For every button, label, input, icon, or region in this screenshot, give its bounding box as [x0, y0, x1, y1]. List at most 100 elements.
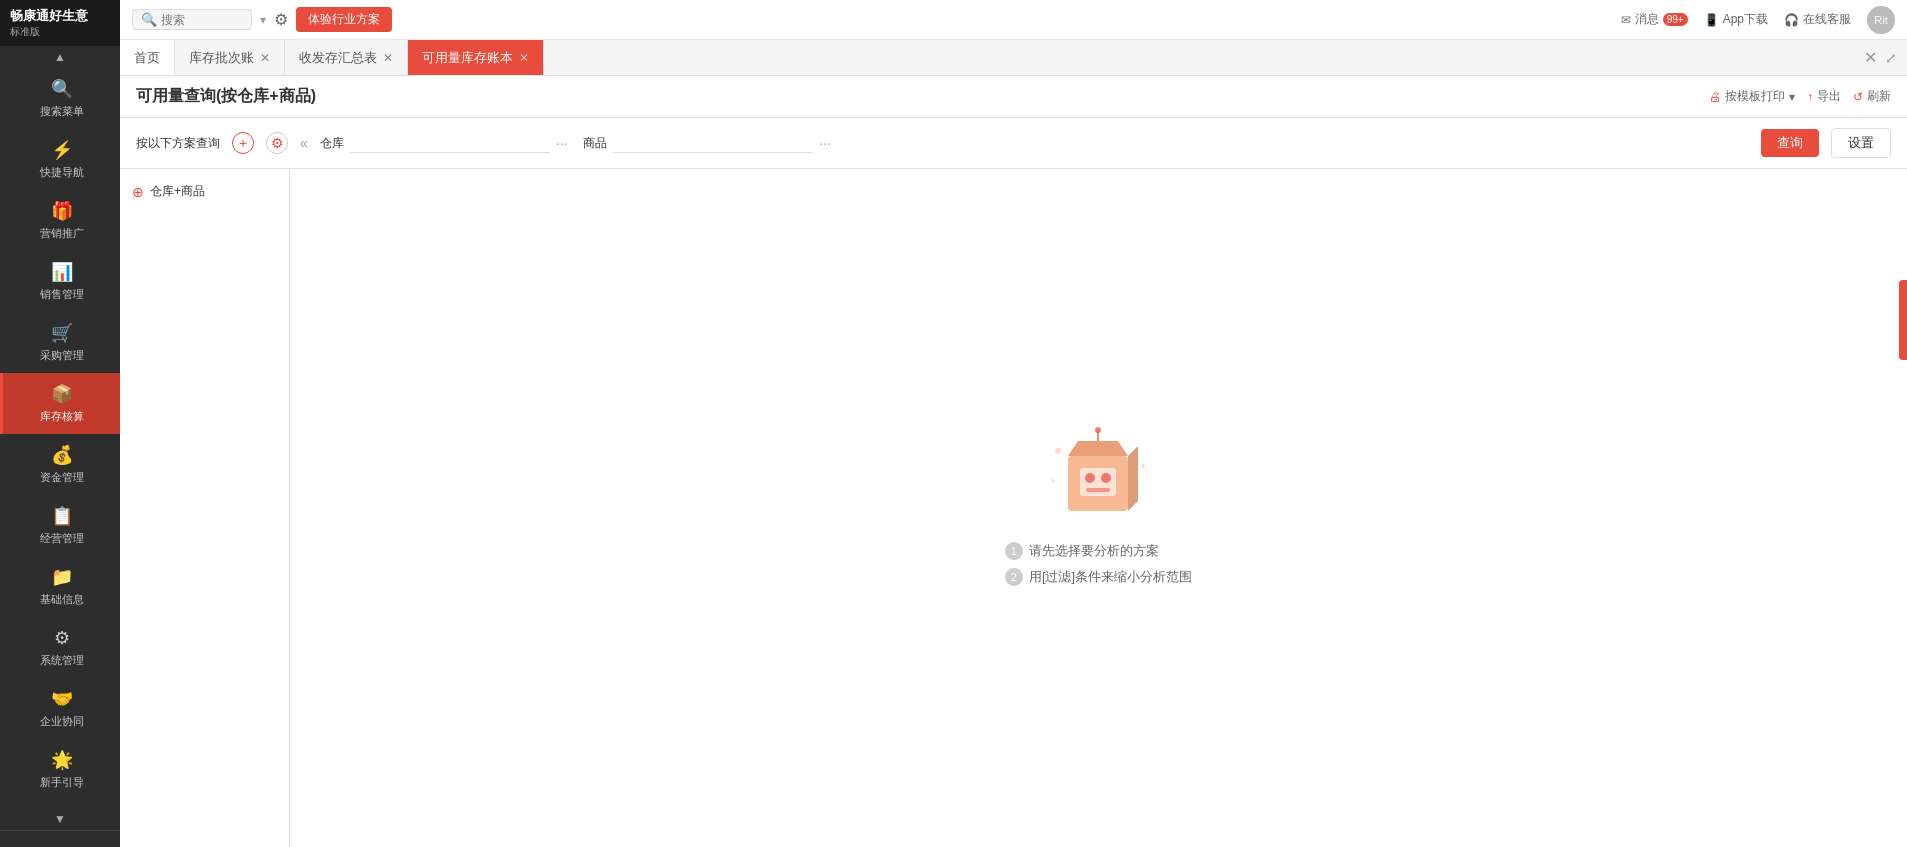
sidebar-label-finance: 资金管理 — [40, 470, 84, 485]
online-service-button[interactable]: 🎧 在线客服 — [1784, 11, 1851, 28]
message-button[interactable]: ✉ 消息 99+ — [1621, 11, 1688, 28]
sidebar-bottom — [0, 830, 120, 847]
query-button[interactable]: 查询 — [1761, 129, 1819, 157]
export-icon: ↑ — [1807, 90, 1813, 104]
sidebar-item-newbie[interactable]: 🌟 新手引导 — [0, 739, 120, 800]
sidebar-scroll-up[interactable]: ▲ — [0, 46, 120, 68]
settings-icon[interactable]: ⚙ — [274, 10, 288, 29]
search-icon: 🔍 — [51, 78, 73, 100]
filter-bar: 按以下方案查询 + ⚙ « 仓库 ··· 商品 ··· 查询 设置 — [120, 118, 1907, 169]
tab-summary[interactable]: 收发存汇总表 ✕ — [285, 40, 408, 75]
tab-available[interactable]: 可用量库存账本 ✕ — [408, 40, 544, 75]
scheme-panel: ⊕ 仓库+商品 — [120, 169, 290, 847]
sidebar-item-purchase[interactable]: 🛒 采购管理 — [0, 312, 120, 373]
sidebar-item-inventory[interactable]: 📦 库存核算 — [0, 373, 120, 434]
sidebar-label-newbie: 新手引导 — [40, 775, 84, 790]
system-icon: ⚙ — [54, 627, 70, 649]
print-icon: 🖨 — [1709, 90, 1721, 104]
scheme-item-warehouse-product[interactable]: ⊕ 仓库+商品 — [120, 177, 289, 206]
experience-button[interactable]: 体验行业方案 — [296, 7, 392, 32]
sidebar-label-system: 系统管理 — [40, 653, 84, 668]
sidebar-label-basic: 基础信息 — [40, 592, 84, 607]
warehouse-dots[interactable]: ··· — [556, 135, 568, 151]
main-content: 🔍 ▾ ⚙ 体验行业方案 ✉ 消息 99+ 📱 App下载 🎧 在线客服 Rit — [120, 0, 1907, 847]
warehouse-label: 仓库 — [320, 135, 344, 152]
tab-bar: 首页库存批次账 ✕ 收发存汇总表 ✕ 可用量库存账本 ✕ ✕ ⤢ — [120, 40, 1907, 76]
sidebar-item-appstore[interactable]: 🛍 应用中心 — [0, 800, 120, 808]
print-dropdown-icon[interactable]: ▾ — [1789, 90, 1795, 104]
tip-num-1: 1 — [1005, 542, 1023, 560]
empty-illustration — [1038, 426, 1158, 526]
sidebar-item-enterprise[interactable]: 🤝 企业协同 — [0, 678, 120, 739]
filter-label: 按以下方案查询 — [136, 135, 220, 152]
marketing-icon: 🎁 — [51, 200, 73, 222]
search-dropdown[interactable]: ▾ — [260, 13, 266, 27]
tab-label-batch: 库存批次账 — [189, 49, 254, 67]
product-field: 商品 ··· — [583, 134, 831, 153]
tabbar-close-button[interactable]: ✕ — [1864, 48, 1877, 67]
sidebar-label-enterprise: 企业协同 — [40, 714, 84, 729]
right-scroll-handle[interactable] — [1899, 280, 1907, 360]
tab-close-summary[interactable]: ✕ — [383, 51, 393, 65]
search-input[interactable] — [161, 13, 241, 27]
empty-tips: 1 请先选择要分析的方案 2 用[过滤]条件来缩小分析范围 — [1005, 538, 1192, 590]
sidebar-item-shortcut[interactable]: ⚡ 快捷导航 — [0, 129, 120, 190]
refresh-button[interactable]: ↺ 刷新 — [1853, 88, 1891, 105]
refresh-icon: ↺ — [1853, 90, 1863, 104]
app-logo: 畅康通好生意 标准版 — [0, 0, 120, 46]
svg-marker-1 — [1068, 441, 1128, 456]
tab-label-summary: 收发存汇总表 — [299, 49, 377, 67]
sidebar-item-marketing[interactable]: 🎁 营销推广 — [0, 190, 120, 251]
filter-settings-button[interactable]: ⚙ — [266, 132, 288, 154]
export-button[interactable]: ↑ 导出 — [1807, 88, 1841, 105]
sidebar: 畅康通好生意 标准版 ▲ 🔍 搜索菜单 ⚡ 快捷导航 🎁 营销推广 📊 销售管理… — [0, 0, 120, 847]
sidebar-item-sales[interactable]: 📊 销售管理 — [0, 251, 120, 312]
filter-collapse-button[interactable]: « — [300, 135, 308, 151]
content-area: ⊕ 仓库+商品 — [120, 169, 1907, 847]
sidebar-item-system[interactable]: ⚙ 系统管理 — [0, 617, 120, 678]
tip-text-1: 请先选择要分析的方案 — [1029, 538, 1159, 564]
sidebar-item-search[interactable]: 🔍 搜索菜单 — [0, 68, 120, 129]
tab-close-available[interactable]: ✕ — [519, 51, 529, 65]
print-button[interactable]: 🖨 按模板打印 ▾ — [1709, 88, 1795, 105]
svg-point-4 — [1085, 473, 1095, 483]
app-name: 畅康通好生意 — [10, 8, 110, 25]
sidebar-scroll-down[interactable]: ▼ — [0, 808, 120, 830]
tab-home[interactable]: 首页 — [120, 40, 175, 75]
finance-icon: 💰 — [51, 444, 73, 466]
settings-button[interactable]: 设置 — [1831, 128, 1891, 158]
tab-label-available: 可用量库存账本 — [422, 49, 513, 67]
sidebar-label-purchase: 采购管理 — [40, 348, 84, 363]
topbar-right: ✉ 消息 99+ 📱 App下载 🎧 在线客服 Rit — [1621, 6, 1895, 34]
sidebar-label-search: 搜索菜单 — [40, 104, 84, 119]
app-download-button[interactable]: 📱 App下载 — [1704, 11, 1768, 28]
tab-close-batch[interactable]: ✕ — [260, 51, 270, 65]
message-label: 消息 — [1635, 11, 1659, 28]
sidebar-label-operation: 经营管理 — [40, 531, 84, 546]
topbar: 🔍 ▾ ⚙ 体验行业方案 ✉ 消息 99+ 📱 App下载 🎧 在线客服 Rit — [120, 0, 1907, 40]
filter-fields: 仓库 ··· 商品 ··· — [320, 134, 1749, 153]
topbar-search-box[interactable]: 🔍 — [132, 9, 252, 30]
sidebar-item-basic[interactable]: 📁 基础信息 — [0, 556, 120, 617]
product-label: 商品 — [583, 135, 607, 152]
tabbar-expand-button[interactable]: ⤢ — [1885, 50, 1897, 66]
warehouse-input[interactable] — [350, 134, 550, 153]
svg-point-8 — [1095, 427, 1101, 433]
page-header-actions: 🖨 按模板打印 ▾ ↑ 导出 ↺ 刷新 — [1709, 88, 1891, 105]
warehouse-field: 仓库 ··· — [320, 134, 568, 153]
product-input[interactable] — [613, 134, 813, 153]
sidebar-item-operation[interactable]: 📋 经营管理 — [0, 495, 120, 556]
shortcut-icon: ⚡ — [51, 139, 73, 161]
sales-icon: 📊 — [51, 261, 73, 283]
user-avatar[interactable]: Rit — [1867, 6, 1895, 34]
inventory-icon: 📦 — [51, 383, 73, 405]
sidebar-label-sales: 销售管理 — [40, 287, 84, 302]
svg-point-10 — [1141, 464, 1145, 468]
sidebar-item-finance[interactable]: 💰 资金管理 — [0, 434, 120, 495]
product-dots[interactable]: ··· — [819, 135, 831, 151]
tab-batch[interactable]: 库存批次账 ✕ — [175, 40, 285, 75]
empty-state: 1 请先选择要分析的方案 2 用[过滤]条件来缩小分析范围 — [1005, 426, 1192, 590]
filter-add-button[interactable]: + — [232, 132, 254, 154]
purchase-icon: 🛒 — [51, 322, 73, 344]
scheme-icon: ⊕ — [132, 184, 144, 200]
